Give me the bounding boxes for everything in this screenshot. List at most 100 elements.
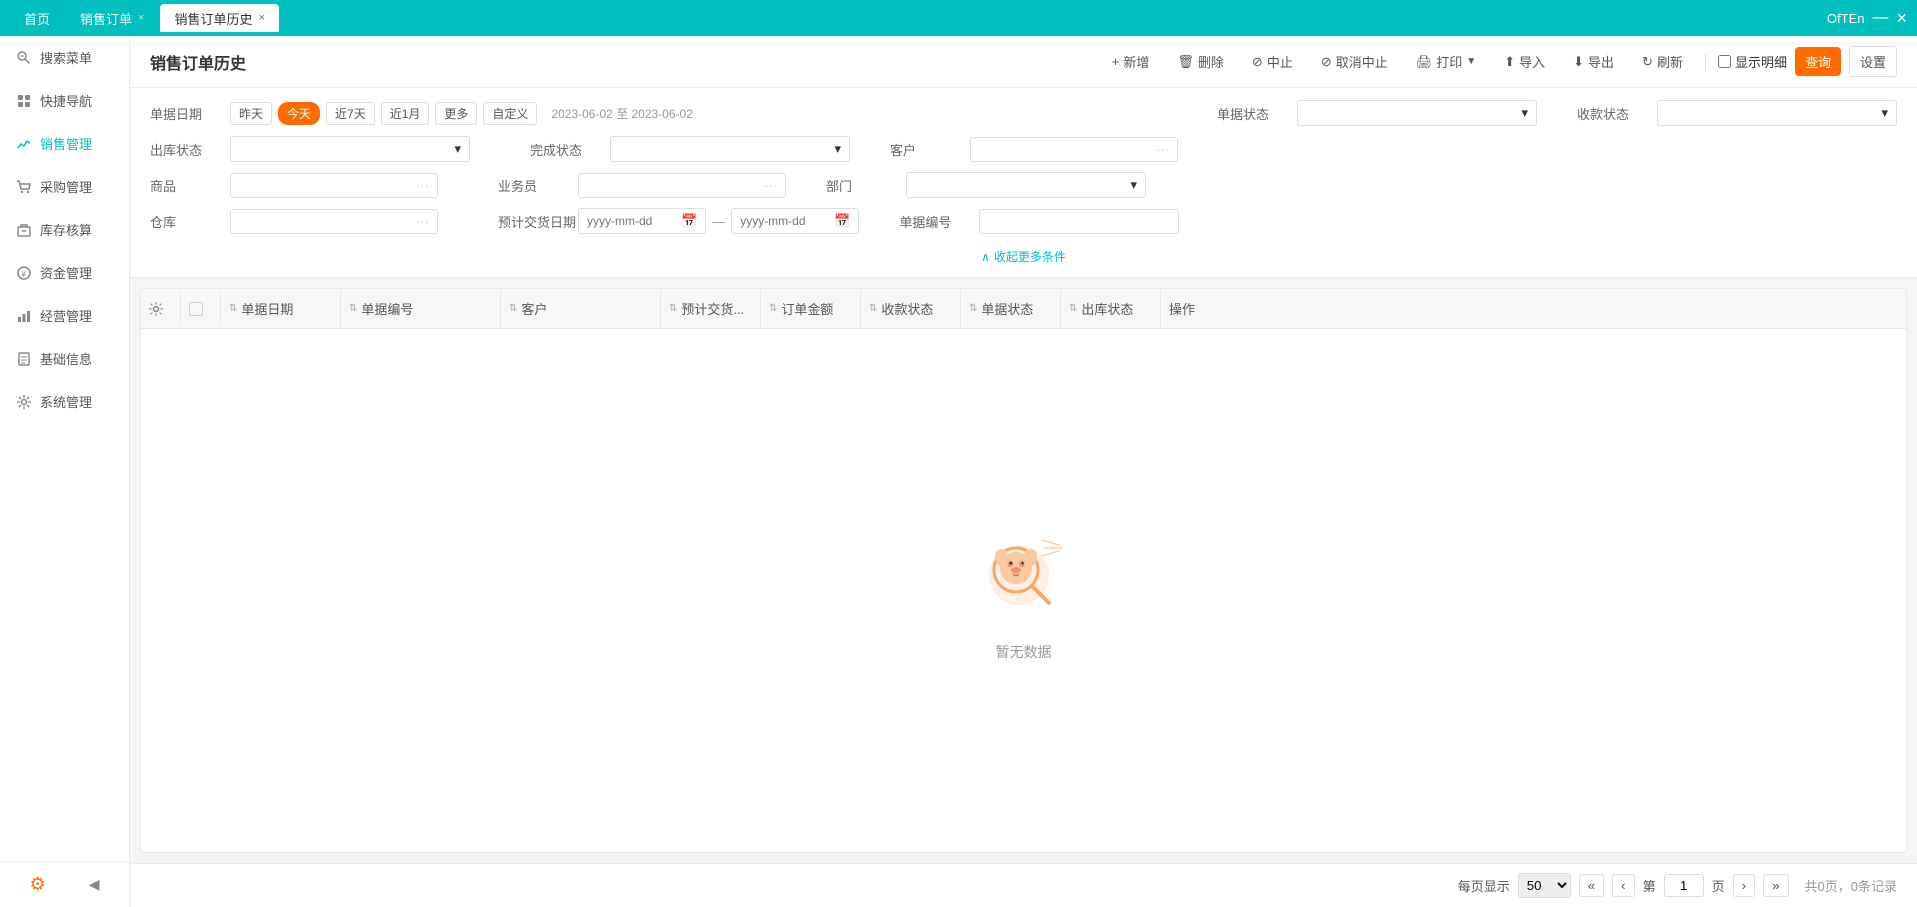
date-btn-today[interactable]: 今天: [278, 102, 320, 125]
sidebar-item-finance[interactable]: ¥ 资金管理: [0, 251, 129, 294]
sidebar-item-search-menu[interactable]: 搜索菜单: [0, 36, 129, 79]
th-pay-status[interactable]: ⇅ 收款状态: [861, 289, 961, 328]
settings-button[interactable]: 设置: [1849, 46, 1897, 77]
sidebar-item-basic-info[interactable]: 基础信息: [0, 337, 129, 380]
date-btn-yesterday[interactable]: 昨天: [230, 102, 272, 125]
collapse-button[interactable]: ∧ 收起更多条件: [981, 248, 1066, 265]
sidebar-collapse-icon[interactable]: ◀: [89, 876, 100, 893]
doc-number-field[interactable]: [988, 214, 1170, 229]
date-filter-control: 昨天 今天 近7天 近1月 更多 自定义 2023-06-02 至 2023-0…: [230, 102, 1177, 125]
display-detail-toggle[interactable]: 显示明细: [1718, 52, 1787, 71]
page-size-select[interactable]: 50 20 100: [1518, 873, 1571, 898]
salesperson-dots[interactable]: ···: [764, 178, 777, 193]
sidebar-label-system: 系统管理: [40, 392, 92, 411]
sidebar-item-system[interactable]: 系统管理: [0, 380, 129, 423]
export-label: 导出: [1588, 52, 1614, 71]
th-amount[interactable]: ⇅ 订单金额: [761, 289, 861, 328]
content-area: 销售订单历史 + 新增 🗑 删除 ⊘ 中止 ⊘ 取消中止: [130, 36, 1917, 907]
department-select[interactable]: ▾: [906, 172, 1146, 198]
tab-sales-order[interactable]: 销售订单 ×: [66, 4, 158, 32]
import-icon: ⬆: [1504, 54, 1515, 70]
th-delivery[interactable]: ⇅ 预计交货...: [661, 289, 761, 328]
date-btn-7days[interactable]: 近7天: [326, 102, 375, 125]
cancel-stop-icon: ⊘: [1321, 54, 1332, 70]
date-btn-1month[interactable]: 近1月: [381, 102, 430, 125]
th-date[interactable]: ⇅ 单据日期: [221, 289, 341, 328]
customer-field[interactable]: [979, 142, 1156, 157]
new-button[interactable]: + 新增: [1102, 47, 1160, 76]
th-client[interactable]: ⇅ 客户: [501, 289, 661, 328]
export-icon: ⬇: [1573, 54, 1584, 70]
delivery-date-end-calendar[interactable]: 📅: [834, 213, 850, 229]
out-status-arrow: ▾: [454, 141, 461, 157]
delivery-date-start-calendar[interactable]: 📅: [681, 213, 697, 229]
header-checkbox[interactable]: [189, 302, 203, 316]
payment-status-select[interactable]: ▾: [1657, 100, 1897, 126]
tab-sales-order-history-close[interactable]: ×: [258, 12, 264, 24]
warehouse-input[interactable]: ···: [230, 209, 438, 234]
sidebar-label-finance: 资金管理: [40, 263, 92, 282]
sidebar-label-purchase: 采购管理: [40, 177, 92, 196]
delete-button[interactable]: 🗑 删除: [1167, 47, 1234, 76]
window-minimize[interactable]: —: [1872, 9, 1888, 27]
display-detail-checkbox[interactable]: [1718, 55, 1731, 68]
sidebar-settings-icon[interactable]: ⚙: [30, 874, 46, 895]
delivery-date-start-field[interactable]: [587, 214, 677, 228]
date-btn-custom[interactable]: 自定义: [483, 102, 537, 125]
delivery-date-start[interactable]: 📅: [578, 208, 706, 234]
stop-button[interactable]: ⊘ 中止: [1242, 47, 1303, 76]
sidebar-item-operations[interactable]: 经营管理: [0, 294, 129, 337]
salesperson-field[interactable]: [587, 178, 764, 193]
warehouse-field[interactable]: [239, 214, 416, 229]
export-button[interactable]: ⬇ 导出: [1563, 47, 1624, 76]
tab-sales-order-history[interactable]: 销售订单历史 ×: [160, 4, 278, 32]
product-input[interactable]: ···: [230, 173, 438, 198]
product-field[interactable]: [239, 178, 416, 193]
th-check[interactable]: [181, 292, 221, 326]
delivery-date-end[interactable]: 📅: [731, 208, 859, 234]
last-page-button[interactable]: »: [1763, 874, 1788, 897]
th-settings[interactable]: [141, 292, 181, 326]
prev-page-button[interactable]: ‹: [1612, 874, 1634, 897]
main-layout: 搜索菜单 快捷导航 销售管理 采购管理 库存核算: [0, 36, 1917, 907]
customer-dots[interactable]: ···: [1156, 142, 1169, 157]
first-page-button[interactable]: «: [1579, 874, 1604, 897]
operations-icon: [16, 308, 32, 324]
window-close[interactable]: ×: [1896, 8, 1907, 29]
warehouse-dots[interactable]: ···: [416, 214, 429, 229]
th-doc-status[interactable]: ⇅ 单据状态: [961, 289, 1061, 328]
import-button[interactable]: ⬆ 导入: [1494, 47, 1555, 76]
cancel-stop-button[interactable]: ⊘ 取消中止: [1311, 47, 1398, 76]
doc-number-input[interactable]: [979, 209, 1179, 234]
next-page-button[interactable]: ›: [1733, 874, 1755, 897]
th-num[interactable]: ⇅ 单据编号: [341, 289, 501, 328]
th-operation-label: 操作: [1169, 299, 1195, 318]
tab-sales-order-close[interactable]: ×: [138, 12, 144, 24]
customer-input[interactable]: ···: [970, 137, 1178, 162]
sidebar-item-purchase[interactable]: 采购管理: [0, 165, 129, 208]
top-bar-right: OfTEn — ×: [1827, 8, 1907, 29]
sidebar-item-quick-nav[interactable]: 快捷导航: [0, 79, 129, 122]
sidebar-label-search-menu: 搜索菜单: [40, 48, 92, 67]
th-amount-sort: ⇅: [769, 303, 777, 314]
sidebar-item-sales[interactable]: 销售管理: [0, 122, 129, 165]
delivery-date-end-field[interactable]: [740, 214, 830, 228]
date-btn-more[interactable]: 更多: [435, 102, 477, 125]
filter-row-2: 出库状态 ▾ 完成状态 ▾ 客户 ···: [150, 136, 1897, 162]
th-delivery-label: 预计交货...: [681, 299, 744, 318]
doc-status-select[interactable]: ▾: [1297, 100, 1537, 126]
tab-home[interactable]: 首页: [10, 4, 64, 32]
complete-status-select[interactable]: ▾: [610, 136, 850, 162]
salesperson-input[interactable]: ···: [578, 173, 786, 198]
product-dots[interactable]: ···: [416, 178, 429, 193]
page-number-input[interactable]: [1664, 874, 1704, 897]
query-button[interactable]: 查询: [1795, 47, 1841, 76]
out-status-select[interactable]: ▾: [230, 136, 470, 162]
th-out-status[interactable]: ⇅ 出库状态: [1061, 289, 1161, 328]
sidebar-item-inventory[interactable]: 库存核算: [0, 208, 129, 251]
refresh-button[interactable]: ↻ 刷新: [1632, 47, 1693, 76]
print-button[interactable]: 🖨 打印 ▼: [1406, 47, 1486, 76]
empty-state: 暂无数据: [964, 520, 1084, 662]
print-label: 打印: [1436, 52, 1462, 71]
basic-info-icon: [16, 351, 32, 367]
